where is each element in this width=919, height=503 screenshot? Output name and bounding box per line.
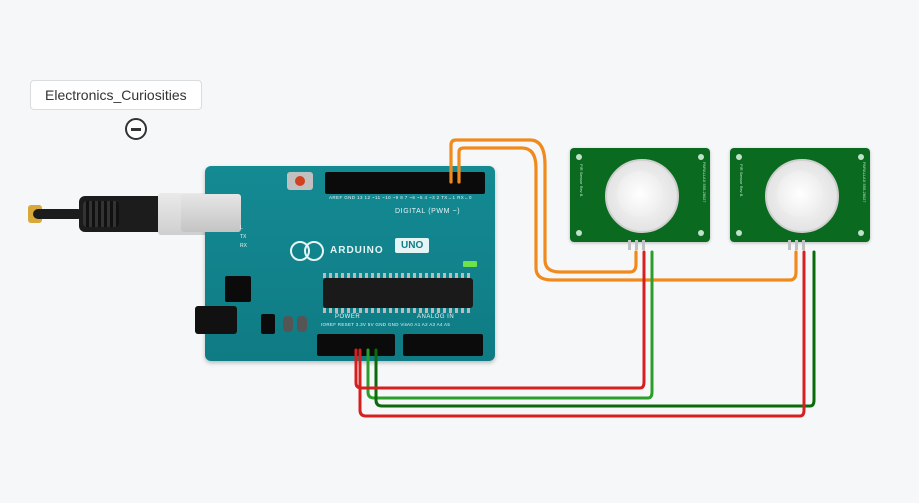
analog-section-label: ANALOG IN	[417, 314, 454, 320]
circuit-canvas[interactable]: Electronics_Curiosities AREF GND 13 12 ~…	[0, 0, 919, 503]
power-pin-labels: IOREF RESET 3.3V 5V GND GND Vin	[321, 322, 408, 327]
analog-pin-labels: A0 A1 A2 A3 A4 A5	[407, 322, 450, 327]
pir-pins[interactable]	[788, 240, 812, 250]
atmega-chip	[323, 278, 473, 308]
pir-dome-lens	[617, 171, 663, 217]
component-label[interactable]: Electronics_Curiosities	[30, 80, 202, 110]
pir-dome-lens	[777, 171, 823, 217]
model-badge: UNO	[395, 238, 429, 253]
digital-header[interactable]	[325, 172, 485, 194]
digital-pin-labels: AREF GND 13 12 ~11 ~10 ~9 8 7 ~6 ~5 4 ~3…	[329, 195, 472, 200]
mount-hole	[698, 154, 704, 160]
mount-hole	[576, 230, 582, 236]
arduino-logo-icon	[290, 241, 324, 259]
on-led	[463, 261, 477, 267]
usb-cable-grip	[83, 201, 119, 227]
pir-board-text-right: PARALLAX 555-28027	[702, 162, 707, 203]
capacitor	[283, 316, 293, 332]
smd-chip	[225, 276, 251, 302]
pir-sensor-2[interactable]: PIR Sensor Rev B PARALLAX 555-28027	[730, 148, 870, 242]
arduino-brand-text: ARDUINO	[330, 245, 384, 256]
mount-hole	[858, 230, 864, 236]
reset-button[interactable]	[287, 172, 313, 190]
mount-hole	[698, 230, 704, 236]
mount-hole	[736, 230, 742, 236]
pir-board-text-left: PIR Sensor Rev B	[734, 164, 744, 196]
mount-hole	[736, 154, 742, 160]
power-section-label: POWER	[335, 314, 360, 320]
analog-header[interactable]	[403, 334, 483, 356]
mount-hole	[858, 154, 864, 160]
capacitor	[297, 316, 307, 332]
arduino-uno-board[interactable]: AREF GND 13 12 ~11 ~10 ~9 8 7 ~6 ~5 4 ~3…	[205, 166, 495, 361]
arduino-brand: ARDUINO	[290, 241, 384, 259]
pir-sensor-1[interactable]: PIR Sensor Rev B PARALLAX 555-28027	[570, 148, 710, 242]
minus-circle-icon[interactable]	[125, 118, 147, 140]
usb-cable-wire	[33, 209, 83, 219]
pir-board-text-right: PARALLAX 555-28027	[862, 162, 867, 203]
pir-pins[interactable]	[628, 240, 652, 250]
side-led-labels: L TX RX	[240, 224, 247, 251]
component-label-text: Electronics_Curiosities	[45, 87, 187, 103]
mount-hole	[576, 154, 582, 160]
digital-section-label: DIGITAL (PWM ~)	[395, 208, 460, 215]
dc-barrel-jack	[195, 306, 237, 334]
voltage-regulator	[261, 314, 275, 334]
power-header[interactable]	[317, 334, 395, 356]
pir-board-text-left: PIR Sensor Rev B	[574, 164, 584, 196]
usb-port	[181, 194, 241, 232]
